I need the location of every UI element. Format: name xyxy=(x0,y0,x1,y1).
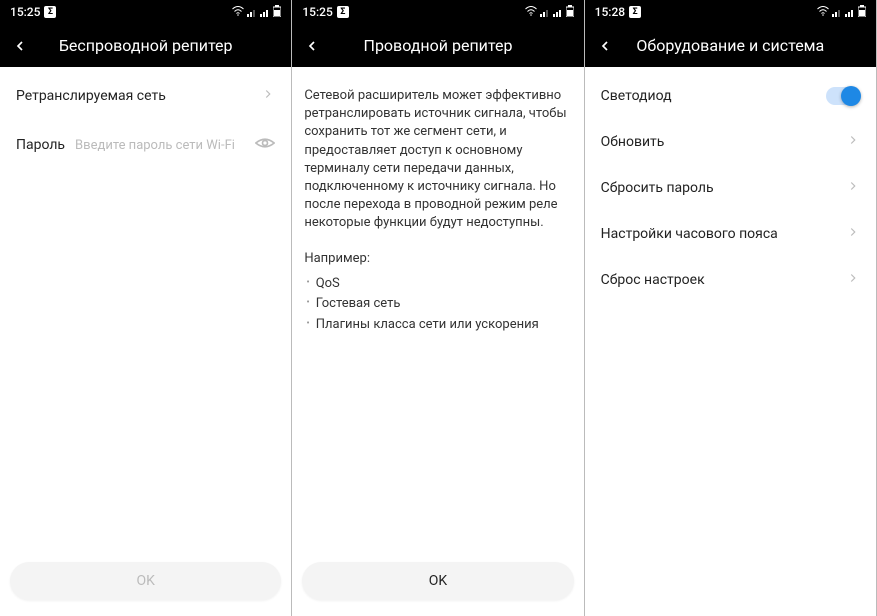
status-icons xyxy=(232,5,281,20)
row-label: Настройки часового пояса xyxy=(601,226,846,242)
content-area: Сетевой расширитель может эффективно рет… xyxy=(292,67,583,616)
signal-1-icon xyxy=(540,7,550,17)
notification-icon: Σ xyxy=(44,6,56,18)
signal-2-icon xyxy=(845,7,855,17)
status-clock: 15:25 xyxy=(10,5,40,19)
signal-2-icon xyxy=(553,7,563,17)
screen-equipment-system: 15:28 Σ Оборудование и система Светодиод… xyxy=(585,0,877,616)
chevron-right-icon xyxy=(261,87,275,105)
page-header: Беспроводной репитер xyxy=(0,24,291,67)
screen-wireless-repeater: 15:25 Σ Беспроводной репитер Ретранслиру… xyxy=(0,0,292,616)
status-icons xyxy=(525,5,574,20)
status-icons xyxy=(817,5,866,20)
page-header: Проводной репитер xyxy=(292,24,583,67)
page-title: Беспроводной репитер xyxy=(0,36,291,55)
row-label: Пароль xyxy=(16,137,65,153)
row-factory-reset[interactable]: Сброс настроек xyxy=(585,257,876,303)
battery-icon xyxy=(566,5,574,20)
row-update[interactable]: Обновить xyxy=(585,119,876,165)
notification-icon: Σ xyxy=(629,6,641,18)
row-label: Сбросить пароль xyxy=(601,180,846,196)
row-label: Светодиод xyxy=(601,88,826,104)
wifi-icon xyxy=(817,6,829,19)
row-reset-password[interactable]: Сбросить пароль xyxy=(585,165,876,211)
sub-header: Например: xyxy=(292,237,583,272)
status-bar: 15:25 Σ xyxy=(292,0,583,24)
back-button[interactable] xyxy=(595,36,615,56)
status-bar: 15:25 Σ xyxy=(0,0,291,24)
ok-button-label: OK xyxy=(429,573,447,589)
chevron-right-icon xyxy=(846,271,860,289)
status-clock: 15:28 xyxy=(595,5,625,19)
ok-button[interactable]: OK xyxy=(10,562,281,600)
content-area: Светодиод Обновить Сбросить пароль Настр… xyxy=(585,67,876,616)
row-timezone-settings[interactable]: Настройки часового пояса xyxy=(585,211,876,257)
chevron-right-icon xyxy=(846,133,860,151)
led-toggle[interactable] xyxy=(826,87,860,105)
eye-icon[interactable] xyxy=(255,133,275,157)
row-label: Обновить xyxy=(601,134,846,150)
row-led[interactable]: Светодиод xyxy=(585,73,876,119)
status-bar: 15:28 Σ xyxy=(585,0,876,24)
signal-1-icon xyxy=(832,7,842,17)
ok-button-label: OK xyxy=(136,573,154,589)
bullet-item: QoS xyxy=(306,274,571,295)
chevron-right-icon xyxy=(846,179,860,197)
wifi-icon xyxy=(525,6,537,19)
row-label: Ретранслируемая сеть xyxy=(16,88,261,104)
ok-button[interactable]: OK xyxy=(302,562,573,600)
battery-icon xyxy=(858,5,866,20)
notification-icon: Σ xyxy=(337,6,349,18)
wifi-icon xyxy=(232,6,244,19)
back-button[interactable] xyxy=(302,36,322,56)
screen-wired-repeater: 15:25 Σ Проводной репитер Сетевой расшир… xyxy=(292,0,584,616)
page-title: Оборудование и система xyxy=(585,36,876,55)
row-relayed-network[interactable]: Ретранслируемая сеть xyxy=(0,73,291,119)
row-label: Сброс настроек xyxy=(601,272,846,288)
bullet-item: Гостевая сеть xyxy=(306,294,571,315)
page-title: Проводной репитер xyxy=(292,36,583,55)
row-password[interactable]: Пароль Введите пароль сети Wi-Fi xyxy=(0,119,291,171)
signal-2-icon xyxy=(260,7,270,17)
back-button[interactable] xyxy=(10,36,30,56)
battery-icon xyxy=(273,5,281,20)
page-header: Оборудование и система xyxy=(585,24,876,67)
chevron-right-icon xyxy=(846,225,860,243)
bullet-item: Плагины класса сети или ускорения xyxy=(306,315,571,336)
status-clock: 15:25 xyxy=(302,5,332,19)
bullet-list: QoS Гостевая сеть Плагины класса сети ил… xyxy=(292,272,583,346)
password-placeholder: Введите пароль сети Wi-Fi xyxy=(75,138,255,153)
content-area: Ретранслируемая сеть Пароль Введите паро… xyxy=(0,67,291,616)
description-text: Сетевой расширитель может эффективно рет… xyxy=(292,73,583,237)
signal-1-icon xyxy=(247,7,257,17)
